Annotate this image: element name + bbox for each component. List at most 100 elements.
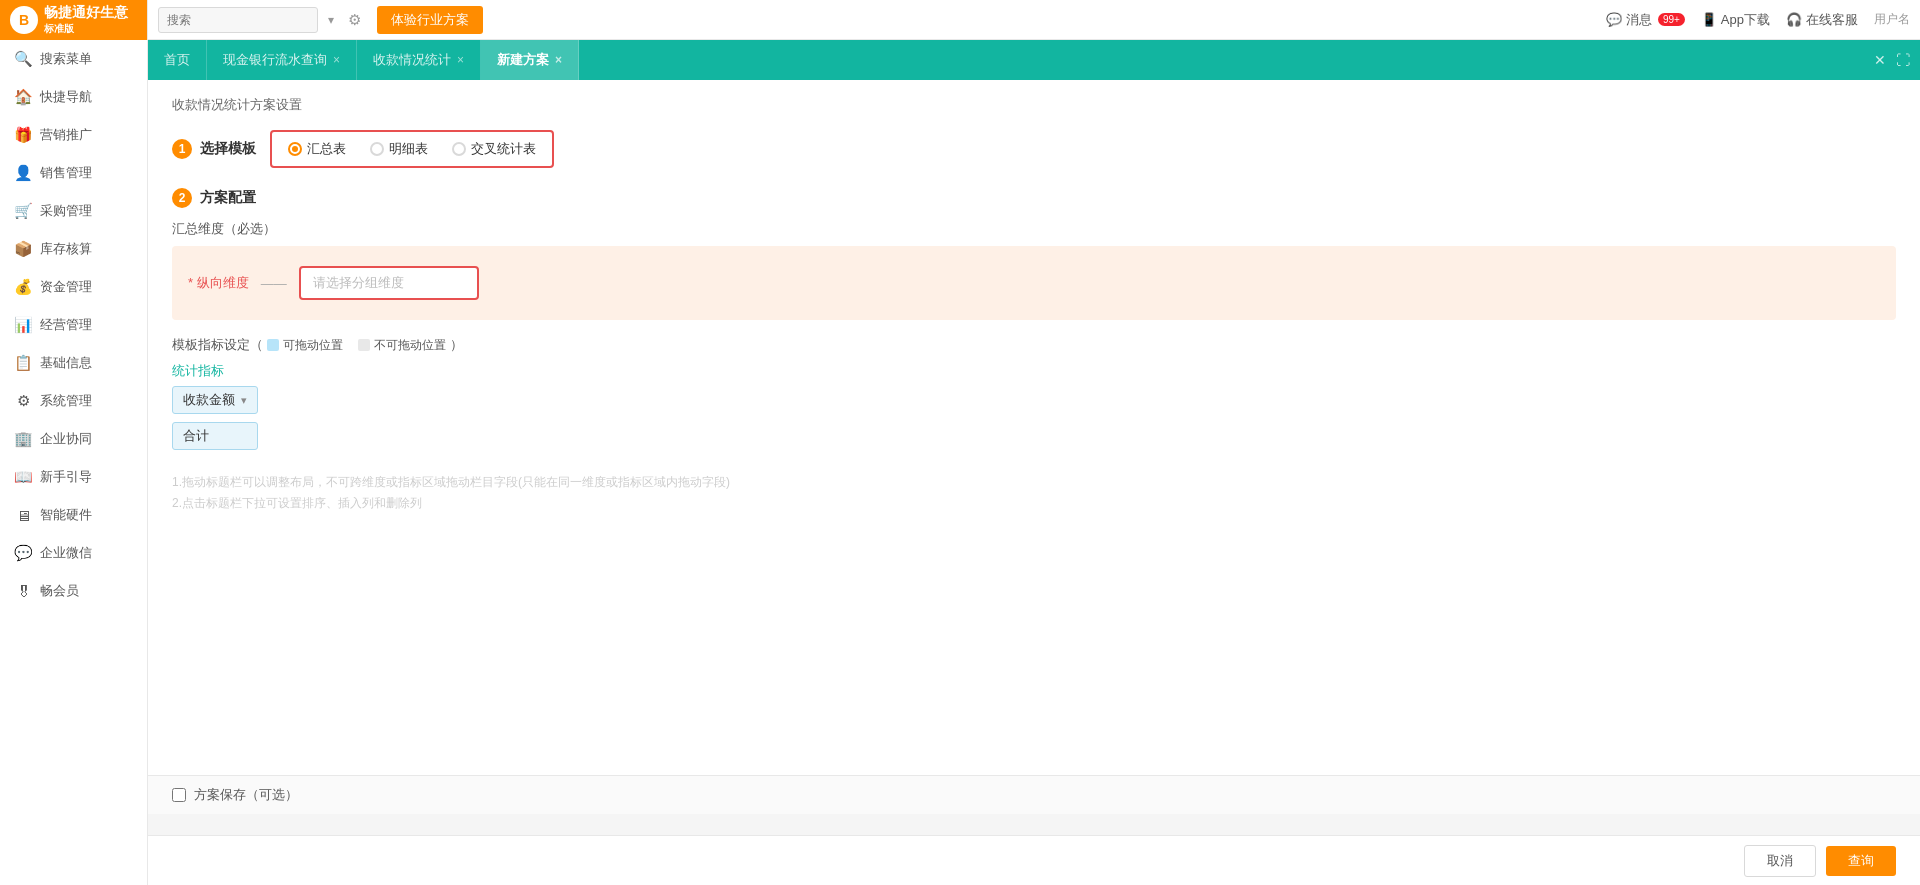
trial-button[interactable]: 体验行业方案 xyxy=(377,6,483,34)
indicator-amount-tag[interactable]: 收款金额 ▾ xyxy=(172,386,258,414)
step2-label: 方案配置 xyxy=(200,189,256,207)
sidebar-item-inventory[interactable]: 📦库存核算 xyxy=(0,230,147,268)
sidebar-item-system[interactable]: ⚙系统管理 xyxy=(0,382,147,420)
settings-icon[interactable]: ⚙ xyxy=(348,11,361,29)
dropdown-arrow-icon[interactable]: ▾ xyxy=(328,13,334,27)
fullscreen-icon[interactable]: ⛶ xyxy=(1896,52,1910,68)
sidebar-item-smart-hw[interactable]: 🖥 智能硬件 xyxy=(0,496,147,534)
radio-detail-label: 明细表 xyxy=(389,140,428,158)
hint-movable-tag: 可拖动位置 xyxy=(267,337,343,354)
query-button[interactable]: 查询 xyxy=(1826,846,1896,876)
online-service-button[interactable]: 🎧 在线客服 xyxy=(1786,11,1858,29)
sidebar-item-search-menu[interactable]: 🔍搜索菜单 xyxy=(0,40,147,78)
tab-close-1[interactable]: × xyxy=(333,53,340,67)
basic-info-label: 基础信息 xyxy=(40,354,92,372)
sidebar-item-wechat[interactable]: 💬企业微信 xyxy=(0,534,147,572)
sidebar: B 畅捷通好生意 标准版 🔍搜索菜单🏠快捷导航🎁营销推广👤销售管理🛒采购管理📦库… xyxy=(0,0,148,885)
radio-cross-label: 交叉统计表 xyxy=(471,140,536,158)
step1-header: 1 选择模板 汇总表 明细表 交叉统计表 xyxy=(172,130,1896,168)
top-header: ▾ ⚙ 体验行业方案 💬 消息 99+ 📱 App下载 🎧 在线客服 用户名 xyxy=(148,0,1920,40)
quick-nav-label: 快捷导航 xyxy=(40,88,92,106)
top-right-actions: 💬 消息 99+ 📱 App下载 🎧 在线客服 用户名 xyxy=(1606,11,1910,29)
step1-section: 1 选择模板 汇总表 明细表 交叉统计表 xyxy=(172,130,1896,168)
dimension-area: * 纵向维度 —— 请选择分组维度 xyxy=(172,246,1896,320)
sales-icon: 👤 xyxy=(14,164,32,182)
marketing-label: 营销推广 xyxy=(40,126,92,144)
tab-0[interactable]: 首页 xyxy=(148,40,207,80)
tab-1[interactable]: 现金银行流水查询 × xyxy=(207,40,357,80)
movable-dot xyxy=(267,339,279,351)
capital-icon: 💰 xyxy=(14,278,32,296)
tab-label-2: 收款情况统计 xyxy=(373,51,451,69)
indicators-columns: 统计指标 收款金额 ▾ 合计 xyxy=(172,362,1896,450)
sidebar-item-sales[interactable]: 👤 销售管理 xyxy=(0,154,147,192)
search-menu-label: 搜索菜单 xyxy=(40,50,92,68)
basic-info-icon: 📋 xyxy=(14,354,32,372)
quick-nav-icon: 🏠 xyxy=(14,88,32,106)
step1-num: 1 xyxy=(172,139,192,159)
guide-icon: 📖 xyxy=(14,468,32,486)
system-icon: ⚙ xyxy=(14,392,32,410)
sidebar-item-marketing[interactable]: 🎁 营销推广 xyxy=(0,116,147,154)
purchase-label: 采购管理 xyxy=(40,202,92,220)
step2-header: 2 方案配置 xyxy=(172,188,1896,208)
dimension-row: * 纵向维度 —— 请选择分组维度 xyxy=(188,266,1880,300)
messages-button[interactable]: 💬 消息 99+ xyxy=(1606,11,1685,29)
dimension-selector[interactable]: 请选择分组维度 xyxy=(299,266,479,300)
radio-summary-label: 汇总表 xyxy=(307,140,346,158)
service-icon: 🎧 xyxy=(1786,12,1802,27)
tab-3[interactable]: 新建方案 × xyxy=(481,40,579,80)
enterprise-icon: 🏢 xyxy=(14,430,32,448)
sidebar-item-enterprise[interactable]: 🏢 企业协同 xyxy=(0,420,147,458)
tab-2[interactable]: 收款情况统计 × xyxy=(357,40,481,80)
message-icon: 💬 xyxy=(1606,12,1622,27)
app-version: 标准版 xyxy=(44,22,128,36)
close-tab-icon[interactable]: ✕ xyxy=(1874,52,1886,68)
hint-suffix: ） xyxy=(450,336,463,354)
smart-hw-icon: 🖥 xyxy=(14,507,32,524)
sales-label: 销售管理 xyxy=(40,164,92,182)
hint-movable-label: 可拖动位置 xyxy=(283,337,343,354)
sidebar-item-operations[interactable]: 📊 经营管理 xyxy=(0,306,147,344)
logo-icon: B xyxy=(10,6,38,34)
tab-close-2[interactable]: × xyxy=(457,53,464,67)
tip-1: 1.拖动标题栏可以调整布局，不可跨维度或指标区域拖动栏目字段(只能在同一维度或指… xyxy=(172,474,1896,491)
tab-close-3[interactable]: × xyxy=(555,53,562,67)
cancel-button[interactable]: 取消 xyxy=(1744,845,1816,877)
radio-cross-circle xyxy=(452,142,466,156)
sidebar-item-quick-nav[interactable]: 🏠 快捷导航 xyxy=(0,78,147,116)
sidebar-item-purchase[interactable]: 🛒 采购管理 xyxy=(0,192,147,230)
sidebar-item-basic-info[interactable]: 📋 基础信息 xyxy=(0,344,147,382)
enterprise-label: 企业协同 xyxy=(40,430,92,448)
messages-label: 消息 xyxy=(1626,11,1652,29)
tab-label-3: 新建方案 xyxy=(497,51,549,69)
sidebar-item-member[interactable]: 🎖畅会员 xyxy=(0,572,147,610)
tab-bar: 首页 现金银行流水查询 × 收款情况统计 × 新建方案 × ✕ ⛶ xyxy=(148,40,1920,80)
tab-label-0: 首页 xyxy=(164,51,190,69)
search-input[interactable] xyxy=(158,7,318,33)
sidebar-item-guide[interactable]: 📖新手引导 xyxy=(0,458,147,496)
radio-summary[interactable]: 汇总表 xyxy=(288,140,346,158)
purchase-icon: 🛒 xyxy=(14,202,32,220)
radio-detail[interactable]: 明细表 xyxy=(370,140,428,158)
indicators-column: 统计指标 收款金额 ▾ 合计 xyxy=(172,362,258,450)
dim-arrow-icon: —— xyxy=(261,276,287,291)
indicator-amount-label: 收款金额 xyxy=(183,391,235,409)
sidebar-item-capital[interactable]: 💰资金管理 xyxy=(0,268,147,306)
operations-label: 经营管理 xyxy=(40,316,92,334)
username-label: 用户名 xyxy=(1874,11,1910,28)
app-download-button[interactable]: 📱 App下载 xyxy=(1701,11,1770,29)
indicators-label-text: 模板指标设定（ xyxy=(172,336,263,354)
bottom-bar: 取消 查询 xyxy=(148,835,1920,885)
radio-cross[interactable]: 交叉统计表 xyxy=(452,140,536,158)
tab-bar-controls: ✕ ⛶ xyxy=(1864,40,1920,80)
step1-label: 选择模板 xyxy=(200,140,256,158)
wechat-icon: 💬 xyxy=(14,544,32,562)
config-section: 汇总维度（必选） * 纵向维度 —— 请选择分组维度 xyxy=(172,220,1896,512)
tab-label-1: 现金银行流水查询 xyxy=(223,51,327,69)
dim-row-label: * 纵向维度 xyxy=(188,274,249,292)
smart-hw-label: 智能硬件 xyxy=(40,506,92,524)
marketing-icon: 🎁 xyxy=(14,126,32,144)
operations-icon: 📊 xyxy=(14,316,32,334)
save-checkbox[interactable] xyxy=(172,788,186,802)
